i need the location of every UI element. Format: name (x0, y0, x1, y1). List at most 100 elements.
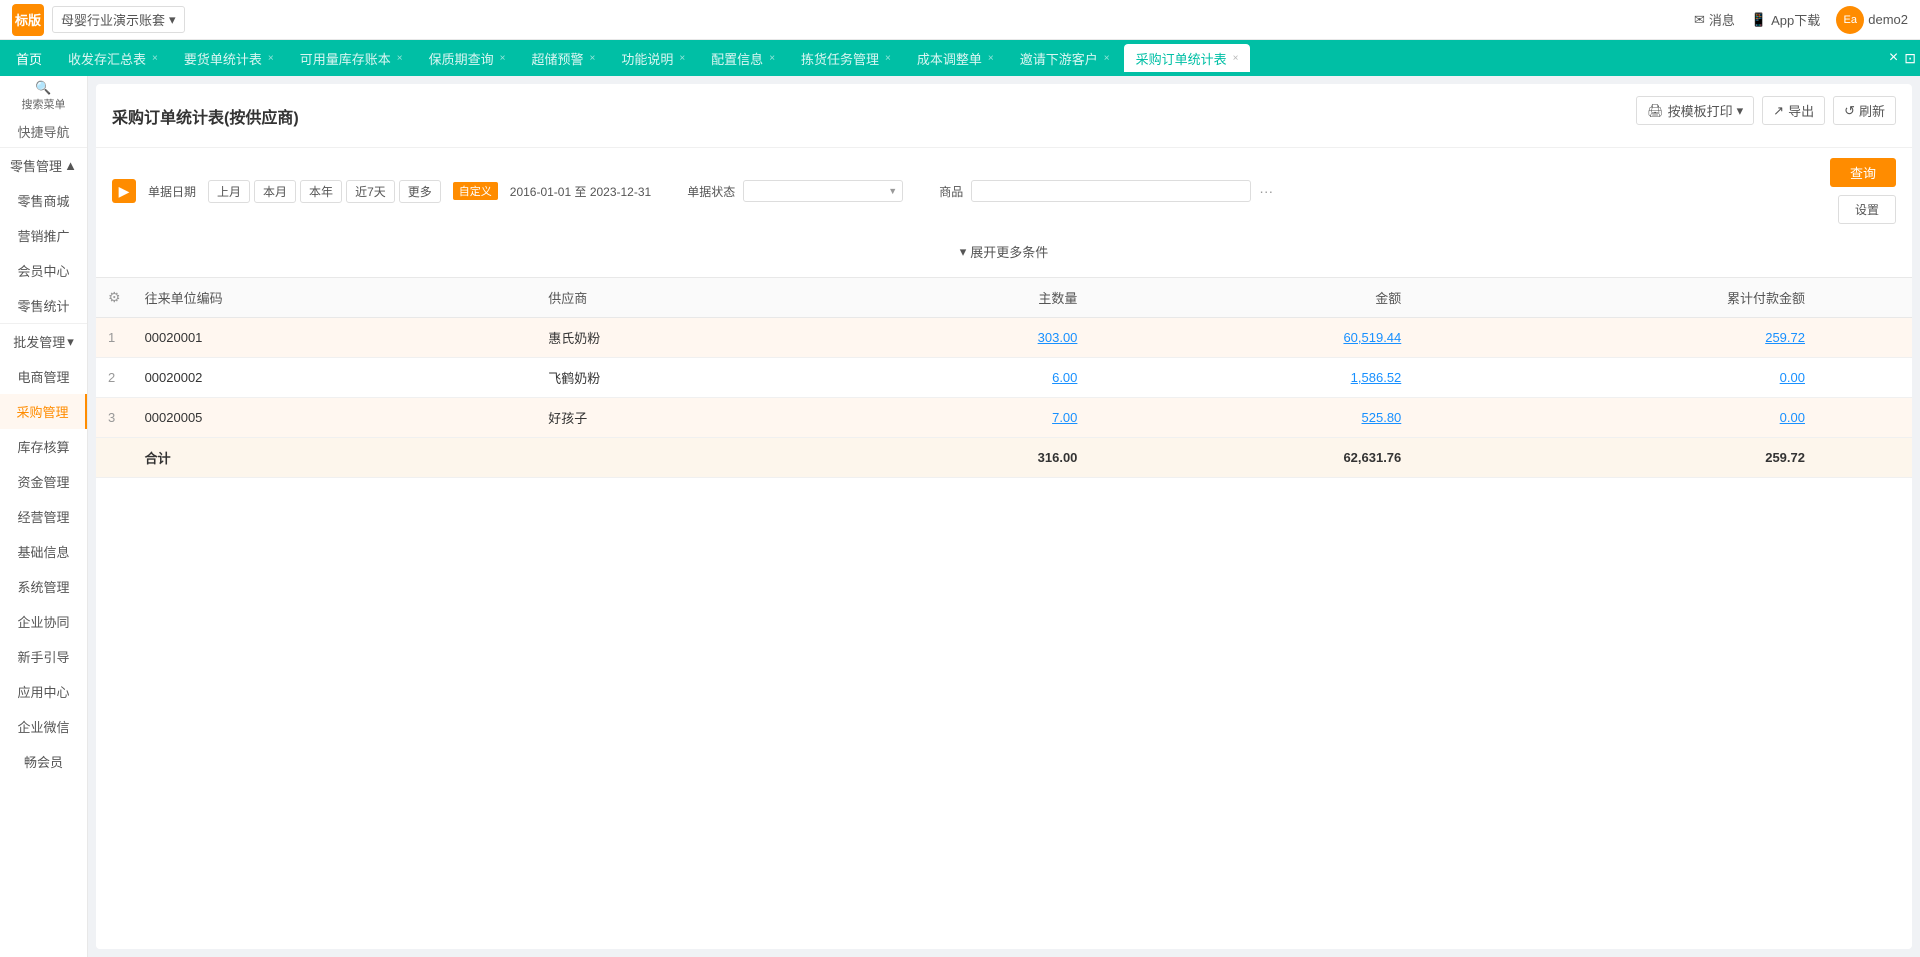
sidebar-item-label: 基础信息 (17, 545, 69, 560)
sidebar-item-retail-management[interactable]: 零售管理 ▲ (0, 148, 87, 183)
user-avatar[interactable]: Ea demo2 (1836, 6, 1908, 34)
tab-order-stats[interactable]: 要货单统计表 × (172, 44, 286, 72)
this-year-button[interactable]: 本年 (300, 180, 342, 203)
tab-pick-task[interactable]: 拣货任务管理 × (789, 44, 903, 72)
tab-overstock-warning[interactable]: 超储预警 × (519, 44, 607, 72)
close-icon[interactable]: × (679, 53, 685, 64)
footer-empty-3 (1817, 438, 1912, 478)
gear-icon[interactable]: ⚙ (108, 289, 121, 305)
sidebar-item-wechat[interactable]: 企业微信 (0, 709, 87, 744)
row-amount[interactable]: 525.80 (1089, 398, 1413, 438)
row-paid[interactable]: 259.72 (1413, 318, 1817, 358)
row-paid[interactable]: 0.00 (1413, 358, 1817, 398)
workspace-name: 母婴行业演示账套 (61, 10, 165, 29)
tab-function-desc[interactable]: 功能说明 × (609, 44, 697, 72)
sidebar-item-label: 应用中心 (17, 685, 69, 700)
sidebar: 🔍 搜索菜单 快捷导航 零售管理 ▲ 零售商城 营销推广 会员中心 零售统计 (0, 76, 88, 957)
row-amount[interactable]: 1,586.52 (1089, 358, 1413, 398)
tab-config-info[interactable]: 配置信息 × (699, 44, 787, 72)
sidebar-item-ecommerce[interactable]: 电商管理 (0, 359, 87, 394)
page-header: 采购订单统计表(按供应商) 🖨 按模板打印 ▾ ↗ 导出 ↺ 刷新 (96, 84, 1912, 148)
row-supplier: 飞鹤奶粉 (536, 358, 837, 398)
goods-more-icon[interactable]: ··· (1259, 183, 1273, 199)
close-icon[interactable]: × (397, 53, 403, 64)
close-icon[interactable]: × (1233, 53, 1239, 64)
tab-home[interactable]: 首页 (4, 44, 54, 72)
message-action[interactable]: ✉ 消息 (1694, 10, 1735, 29)
7days-button[interactable]: 近7天 (346, 180, 395, 203)
data-table: ⚙ 往来单位编码 供应商 主数量 金额 累计付款金额 1 00020001 (96, 278, 1912, 478)
sidebar-item-retail-mall[interactable]: 零售商城 (0, 183, 87, 218)
sidebar-item-app-center[interactable]: 应用中心 (0, 674, 87, 709)
sidebar-item-member[interactable]: 畅会员 (0, 744, 87, 779)
restore-window-icon[interactable]: ⊡ (1904, 50, 1916, 67)
sidebar-item-member-center[interactable]: 会员中心 (0, 253, 87, 288)
sidebar-item-operations[interactable]: 经营管理 (0, 499, 87, 534)
goods-input[interactable] (971, 180, 1251, 202)
tab-invite-downstream[interactable]: 邀请下游客户 × (1008, 44, 1122, 72)
close-icon[interactable]: × (885, 53, 891, 64)
tab-purchase-order-stats[interactable]: 采购订单统计表 × (1124, 44, 1251, 72)
app-label: App下载 (1771, 10, 1820, 29)
sidebar-item-enterprise-collab[interactable]: 企业协同 (0, 604, 87, 639)
sidebar-item-wholesale[interactable]: 批发管理 ▾ (0, 324, 87, 359)
chevron-down-icon: ▾ (169, 12, 176, 28)
filter-toggle-button[interactable]: ▶ (112, 179, 136, 203)
sidebar-item-label: 畅会员 (24, 755, 63, 770)
row-code: 00020001 (133, 318, 537, 358)
sidebar-item-new-guide[interactable]: 新手引导 (0, 639, 87, 674)
settings-button[interactable]: 设置 (1838, 195, 1896, 224)
this-month-button[interactable]: 本月 (254, 180, 296, 203)
workspace-selector[interactable]: 母婴行业演示账套 ▾ (52, 6, 185, 33)
row-amount[interactable]: 60,519.44 (1089, 318, 1413, 358)
th-supplier: 供应商 (536, 278, 837, 318)
print-dropdown-icon: ▾ (1737, 103, 1744, 119)
top-bar-right: ✉ 消息 📱 App下载 Ea demo2 (1694, 6, 1908, 34)
close-icon[interactable]: × (1104, 53, 1110, 64)
search-label: 搜索菜单 (0, 96, 87, 112)
close-all-tabs-icon[interactable]: × (1889, 49, 1898, 67)
more-date-button[interactable]: 更多 (399, 180, 441, 203)
sidebar-quicknav-button[interactable]: 快捷导航 (0, 116, 87, 148)
row-qty[interactable]: 7.00 (837, 398, 1089, 438)
quicknav-label: 快捷导航 (0, 122, 87, 141)
row-paid[interactable]: 0.00 (1413, 398, 1817, 438)
sidebar-item-system[interactable]: 系统管理 (0, 569, 87, 604)
tab-cost-adjust[interactable]: 成本调整单 × (905, 44, 1006, 72)
sidebar-item-purchase[interactable]: 采购管理 (0, 394, 87, 429)
close-icon[interactable]: × (500, 53, 506, 64)
main-layout: 🔍 搜索菜单 快捷导航 零售管理 ▲ 零售商城 营销推广 会员中心 零售统计 (0, 76, 1920, 957)
tab-receive-summary[interactable]: 收发存汇总表 × (56, 44, 170, 72)
tab-expiry-query[interactable]: 保质期查询 × (417, 44, 518, 72)
close-icon[interactable]: × (268, 53, 274, 64)
query-button[interactable]: 查询 (1830, 158, 1896, 187)
expand-more-button[interactable]: ▾ 展开更多条件 (112, 236, 1896, 267)
last-month-button[interactable]: 上月 (208, 180, 250, 203)
status-filter-section: 单据状态 (687, 180, 903, 202)
export-button[interactable]: ↗ 导出 (1762, 96, 1825, 125)
close-icon[interactable]: × (152, 53, 158, 64)
app-download-action[interactable]: 📱 App下载 (1751, 10, 1820, 29)
sidebar-item-inventory[interactable]: 库存核算 (0, 429, 87, 464)
tab-label: 可用量库存账本 (300, 49, 391, 68)
tab-label: 保质期查询 (429, 49, 494, 68)
row-qty[interactable]: 6.00 (837, 358, 1089, 398)
close-icon[interactable]: × (589, 53, 595, 64)
refresh-button[interactable]: ↺ 刷新 (1833, 96, 1896, 125)
nav-tabs: 首页 收发存汇总表 × 要货单统计表 × 可用量库存账本 × 保质期查询 × 超… (0, 40, 1920, 76)
print-button[interactable]: 🖨 按模板打印 ▾ (1636, 96, 1754, 125)
sidebar-item-basic-info[interactable]: 基础信息 (0, 534, 87, 569)
sidebar-item-marketing[interactable]: 营销推广 (0, 218, 87, 253)
close-icon[interactable]: × (769, 53, 775, 64)
tab-available-stock[interactable]: 可用量库存账本 × (288, 44, 415, 72)
row-qty[interactable]: 303.00 (837, 318, 1089, 358)
sidebar-search-button[interactable]: 🔍 搜索菜单 (0, 76, 87, 116)
search-icon: 🔍 (35, 80, 51, 95)
sidebar-item-finance[interactable]: 资金管理 (0, 464, 87, 499)
sidebar-item-retail-stats[interactable]: 零售统计 (0, 288, 87, 323)
export-label: 导出 (1788, 101, 1814, 120)
tab-label: 功能说明 (621, 49, 673, 68)
status-select-wrapper (743, 180, 903, 202)
status-select[interactable] (743, 180, 903, 202)
close-icon[interactable]: × (988, 53, 994, 64)
